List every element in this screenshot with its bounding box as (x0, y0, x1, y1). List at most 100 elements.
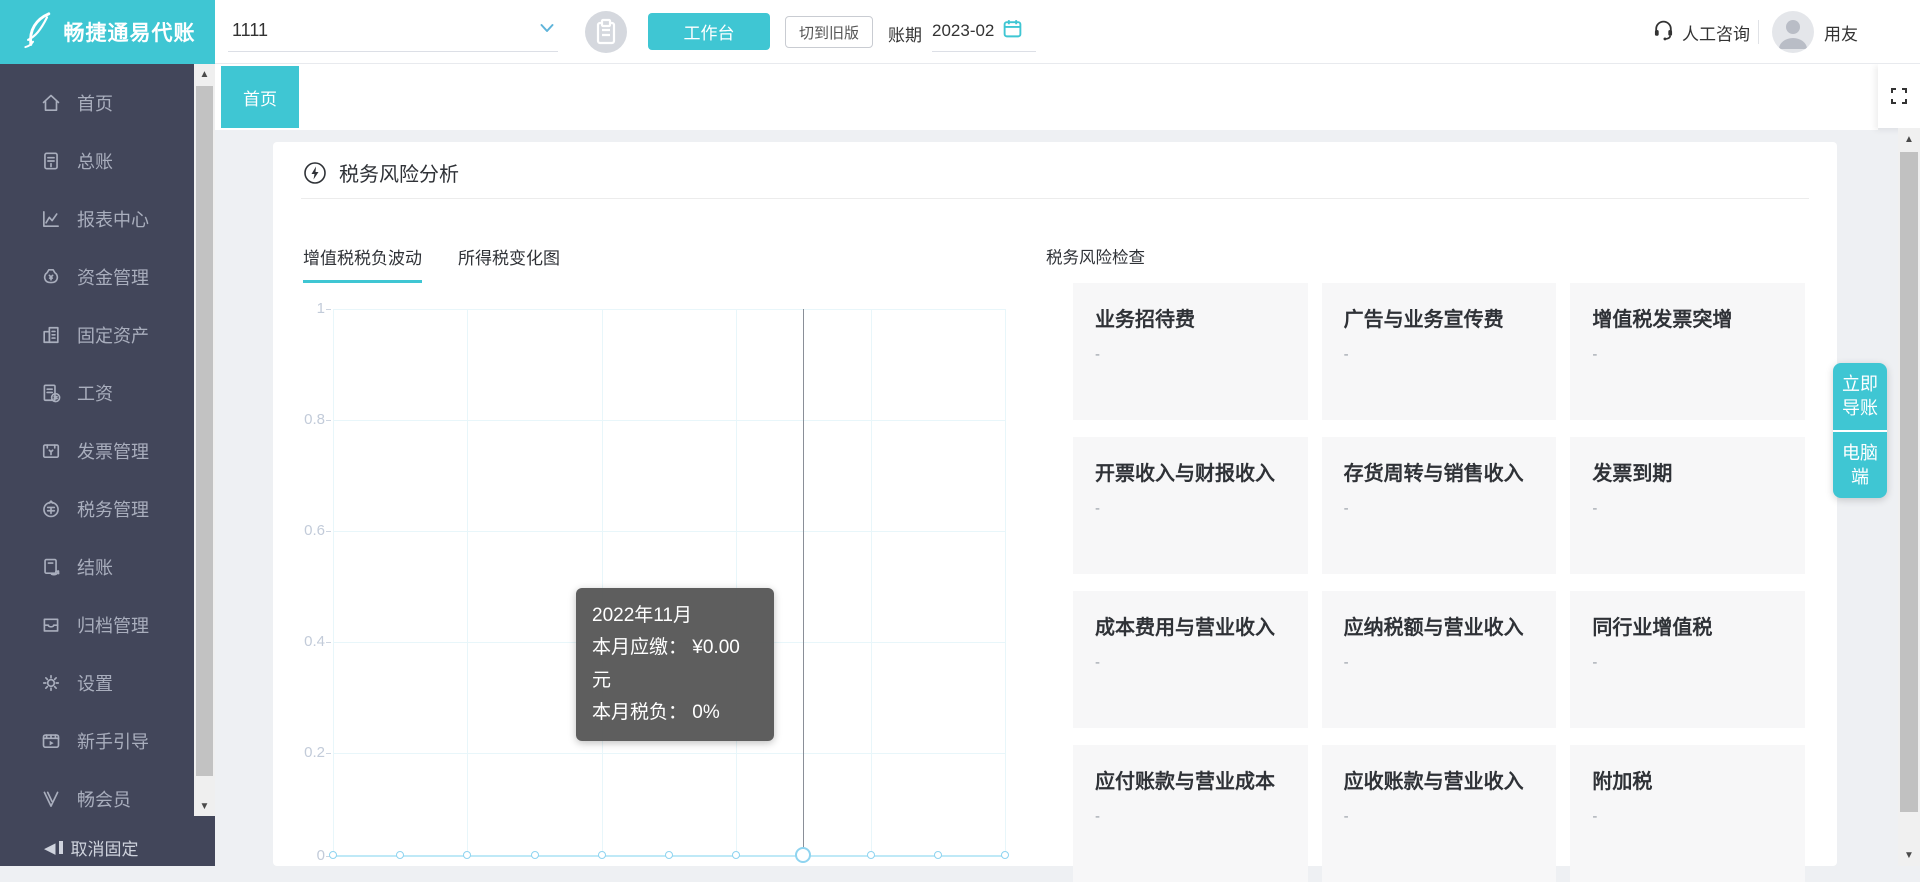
risk-card-inventory-turnover[interactable]: 存货周转与销售收入 - (1321, 437, 1557, 574)
salary-icon (43, 384, 61, 403)
data-point[interactable] (531, 851, 539, 859)
sidebar-item-report-center[interactable]: 报表中心 (0, 190, 194, 248)
import-accounts-button[interactable]: 立即 导账 (1833, 363, 1887, 430)
sidebar-item-tax[interactable]: 税务管理 (0, 480, 194, 538)
sidebar-item-salary[interactable]: 工资 (0, 364, 194, 422)
data-point[interactable] (396, 851, 404, 859)
scroll-down-icon[interactable]: ▼ (1898, 844, 1920, 866)
app-title: 畅捷通易代账 (63, 22, 196, 45)
account-value: 1111 (232, 20, 269, 40)
data-point[interactable] (934, 851, 942, 859)
risk-card-payables-vs-cost[interactable]: 应付账款与营业成本 - (1073, 745, 1308, 882)
vat-line-chart[interactable]: 1 0.8 0.6 0.4 0.2 0 2022年11月 本月应缴： ¥0.00… (299, 288, 1039, 866)
tax-risk-analysis-card: 税务风险分析 增值税税负波动 所得税变化图 1 0.8 0.6 0.4 0.2 … (273, 142, 1837, 882)
tab-home[interactable]: 首页 (221, 66, 299, 128)
sidebar-item-closing[interactable]: 结账 (0, 538, 194, 596)
data-point[interactable] (463, 851, 471, 859)
sidebar-scrollbar[interactable]: ▲ ▼ (194, 64, 215, 816)
tab-income-tax-chart[interactable]: 所得税变化图 (458, 244, 560, 283)
account-select[interactable]: 1111 (228, 10, 558, 52)
sidebar-item-label: 结账 (77, 558, 113, 578)
sidebar-item-guide[interactable]: 新手引导 (0, 712, 194, 770)
risk-card-value: - (1592, 654, 1598, 671)
sidebar-item-funds[interactable]: 资金管理 (0, 248, 194, 306)
risk-card-title: 业务招待费 (1095, 309, 1195, 331)
period-value: 2023-02 (932, 20, 995, 40)
sidebar-scroll-thumb[interactable] (196, 86, 213, 776)
y-tick-label: 1 (316, 300, 325, 317)
data-point[interactable] (329, 851, 337, 859)
period-picker[interactable]: 2023-02 (932, 10, 1036, 52)
risk-card-title: 广告与业务宣传费 (1343, 309, 1504, 331)
tax-icon (43, 500, 59, 518)
sidebar-item-label: 工资 (77, 384, 113, 404)
closing-icon (44, 558, 60, 576)
sidebar-item-home[interactable]: 首页 (0, 74, 194, 132)
collapse-left-icon: ◀ (44, 839, 56, 857)
unpin-sidebar-button[interactable]: ◀ 取消固定 (44, 835, 139, 860)
main-scrollbar[interactable]: ▲ ▼ (1898, 128, 1920, 866)
risk-card-value: - (1095, 346, 1100, 363)
risk-card-cost-vs-revenue[interactable]: 成本费用与营业收入 - (1073, 591, 1308, 728)
data-point[interactable] (598, 851, 606, 859)
support-link[interactable]: 人工咨询 (1652, 18, 1750, 46)
data-point[interactable] (732, 851, 740, 859)
calendar-icon (1002, 18, 1023, 44)
archive-icon (43, 618, 59, 632)
workbench-button[interactable]: 工作台 (648, 13, 770, 50)
risk-card-value: - (1095, 500, 1100, 517)
sidebar-item-archive[interactable]: 归档管理 (0, 596, 194, 654)
sidebar-item-settings[interactable]: 设置 (0, 654, 194, 712)
sidebar-item-general-ledger[interactable]: 总账 (0, 132, 194, 190)
gridline (333, 531, 1005, 532)
sidebar-item-label: 首页 (77, 94, 113, 114)
risk-card-invoiced-vs-reported-income[interactable]: 开票收入与财报收入 - (1073, 437, 1308, 574)
risk-card-surtax[interactable]: 附加税 - (1570, 745, 1805, 882)
sidebar-item-label: 设置 (77, 674, 113, 694)
user-avatar[interactable] (1772, 11, 1814, 53)
risk-card-industry-vat[interactable]: 同行业增值税 - (1570, 591, 1805, 728)
risk-card-title: 附加税 (1592, 771, 1653, 793)
scroll-up-icon[interactable]: ▲ (1898, 128, 1920, 150)
topbar-divider (1758, 20, 1759, 44)
guide-icon (42, 734, 60, 748)
fullscreen-button[interactable] (1878, 64, 1920, 128)
risk-card-business-entertainment[interactable]: 业务招待费 - (1073, 283, 1308, 420)
user-name[interactable]: 用友 (1824, 20, 1858, 45)
pc-client-button[interactable]: 电脑 端 (1833, 429, 1887, 499)
lightning-circle-icon (304, 161, 326, 184)
main-scroll-thumb[interactable] (1900, 152, 1918, 812)
switch-old-version-button[interactable]: 切到旧版 (785, 16, 873, 48)
clipboard-icon[interactable] (584, 10, 628, 59)
gridline (736, 309, 737, 856)
tab-vat-fluctuation[interactable]: 增值税税负波动 (303, 244, 422, 283)
data-point[interactable] (1001, 851, 1009, 859)
risk-card-invoice-due[interactable]: 发票到期 - (1570, 437, 1805, 574)
data-point[interactable] (665, 851, 673, 859)
scroll-down-icon[interactable]: ▼ (194, 796, 215, 816)
risk-card-receivables-vs-revenue[interactable]: 应收账款与营业收入 - (1321, 745, 1557, 882)
support-label: 人工咨询 (1682, 24, 1750, 44)
sidebar-item-invoice[interactable]: 发票管理 (0, 422, 194, 480)
tooltip-month: 2022年11月 (592, 605, 692, 626)
sidebar-item-member[interactable]: 畅会员 (0, 770, 194, 828)
data-point-highlighted[interactable] (795, 847, 811, 863)
y-tick-label: 0.2 (304, 744, 325, 761)
sidebar-item-label: 固定资产 (77, 326, 149, 346)
scroll-up-icon[interactable]: ▲ (194, 64, 215, 84)
risk-card-value: - (1343, 500, 1349, 517)
risk-card-value: - (1095, 654, 1100, 671)
sidebar-menu: 首页 总账 报表中心 资金管理 固定资产 工资 发票管理 税务管理 结账 归档管… (0, 74, 194, 828)
invoice-icon (42, 444, 60, 458)
gridline (333, 309, 334, 856)
sidebar-item-fixed-assets[interactable]: 固定资产 (0, 306, 194, 364)
app-logo: 畅捷通易代账 (0, 0, 215, 64)
risk-card-vat-invoice-surge[interactable]: 增值税发票突增 - (1570, 283, 1805, 420)
expand-icon (1891, 88, 1907, 104)
header-divider (301, 198, 1809, 199)
risk-card-advertising[interactable]: 广告与业务宣传费 - (1321, 283, 1557, 420)
data-point[interactable] (867, 851, 875, 859)
y-tick-label: 0 (316, 847, 325, 864)
risk-card-value: - (1343, 654, 1349, 671)
risk-card-tax-payable-vs-revenue[interactable]: 应纳税额与营业收入 - (1321, 591, 1557, 728)
